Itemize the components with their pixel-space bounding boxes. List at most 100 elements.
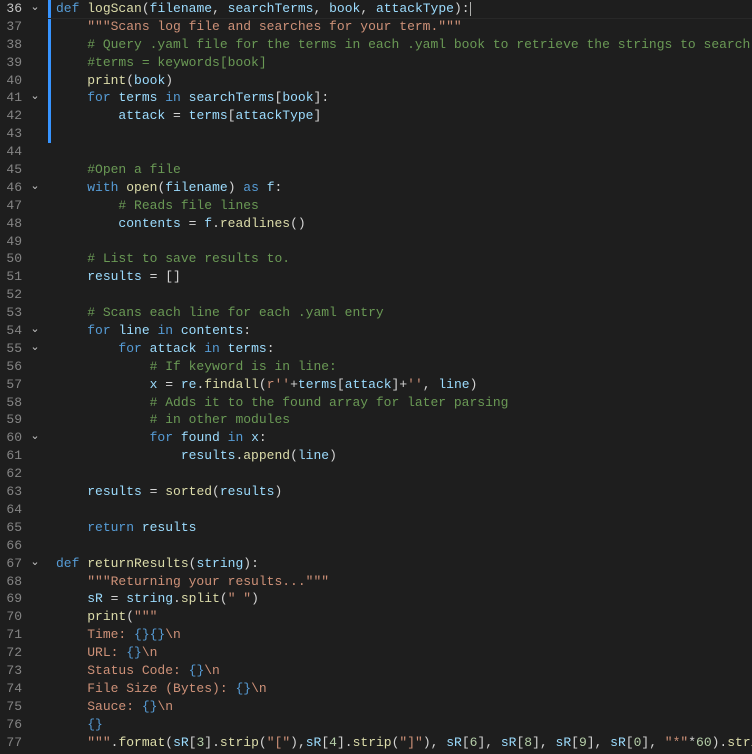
- token-kw: def: [56, 0, 87, 18]
- token-str: "*": [665, 734, 688, 752]
- code-line[interactable]: [56, 143, 752, 161]
- token-op: =: [181, 215, 204, 233]
- token-op: [: [626, 734, 634, 752]
- token-kw: as: [243, 179, 266, 197]
- code-line[interactable]: """.format(sR[3].strip("["),sR[4].strip(…: [56, 734, 752, 752]
- token-num: 0: [634, 734, 642, 752]
- code-line[interactable]: sR = string.split(" "): [56, 590, 752, 608]
- code-line[interactable]: # Reads file lines: [56, 197, 752, 215]
- line-number: 57: [0, 376, 28, 394]
- token-com: # Reads file lines: [118, 197, 258, 215]
- code-line[interactable]: return results: [56, 519, 752, 537]
- code-line[interactable]: print(""": [56, 608, 752, 626]
- code-line[interactable]: [56, 125, 752, 143]
- token-num: 60: [696, 734, 712, 752]
- code-line[interactable]: for terms in searchTerms[book]:: [56, 89, 752, 107]
- code-line[interactable]: # If keyword is in line:: [56, 358, 752, 376]
- token-var: book: [134, 72, 165, 90]
- code-line[interactable]: [56, 465, 752, 483]
- token-str: Status Code:: [87, 662, 188, 680]
- code-line[interactable]: Time: {}{}\n: [56, 626, 752, 644]
- code-area[interactable]: def logScan(filename, searchTerms, book,…: [48, 0, 752, 754]
- token-op: *: [688, 734, 696, 752]
- token-op: ,: [423, 376, 439, 394]
- code-line[interactable]: #terms = keywords[book]: [56, 54, 752, 72]
- token-op: ,: [314, 0, 330, 18]
- fold-chevron-icon[interactable]: ⌄: [30, 340, 39, 358]
- code-line[interactable]: with open(filename) as f:: [56, 179, 752, 197]
- token-var: sR: [556, 734, 572, 752]
- code-line[interactable]: contents = f.readlines(): [56, 215, 752, 233]
- code-line[interactable]: File Size (Bytes): {}\n: [56, 680, 752, 698]
- token-op: ):: [454, 0, 470, 18]
- code-line[interactable]: Sauce: {}\n: [56, 698, 752, 716]
- code-line[interactable]: def logScan(filename, searchTerms, book,…: [56, 0, 752, 18]
- code-line[interactable]: # Scans each line for each .yaml entry: [56, 304, 752, 322]
- token-str: \n: [251, 680, 267, 698]
- code-line[interactable]: for line in contents:: [56, 322, 752, 340]
- token-var: string: [126, 590, 173, 608]
- code-line[interactable]: #Open a file: [56, 161, 752, 179]
- token-op: :: [267, 340, 275, 358]
- code-line[interactable]: [56, 501, 752, 519]
- fold-chevron-icon[interactable]: ⌄: [30, 555, 39, 573]
- code-line[interactable]: Status Code: {}\n: [56, 662, 752, 680]
- token-op: (: [212, 483, 220, 501]
- token-num: 3: [196, 734, 204, 752]
- code-editor[interactable]: 36⌄3738394041⌄4243444546⌄474849505152535…: [0, 0, 752, 754]
- token-var: results: [142, 519, 197, 537]
- code-line[interactable]: x = re.findall(r''+terms[attack]+'', lin…: [56, 376, 752, 394]
- code-line[interactable]: # List to save results to.: [56, 250, 752, 268]
- line-number: 54: [0, 322, 28, 340]
- code-line[interactable]: # Query .yaml file for the terms in each…: [56, 36, 752, 54]
- token-var: attack: [345, 376, 392, 394]
- code-line[interactable]: results = []: [56, 268, 752, 286]
- fold-chevron-icon[interactable]: ⌄: [30, 0, 39, 18]
- fold-chevron-icon[interactable]: ⌄: [30, 322, 39, 340]
- token-var: terms: [189, 107, 228, 125]
- fold-chevron-icon[interactable]: ⌄: [30, 89, 39, 107]
- code-line[interactable]: for attack in terms:: [56, 340, 752, 358]
- token-param: filename: [150, 0, 212, 18]
- line-number: 39: [0, 54, 28, 72]
- token-op: ): [228, 179, 244, 197]
- code-line[interactable]: [56, 233, 752, 251]
- code-line[interactable]: # in other modules: [56, 411, 752, 429]
- token-op: .: [196, 376, 204, 394]
- token-op: :: [243, 322, 251, 340]
- token-kw: {}{}: [134, 626, 165, 644]
- line-number: 66: [0, 537, 28, 555]
- token-var: results: [87, 483, 142, 501]
- token-com: # Adds it to the found array for later p…: [150, 394, 509, 412]
- token-op: ),: [423, 734, 446, 752]
- code-line[interactable]: URL: {}\n: [56, 644, 752, 662]
- fold-chevron-icon[interactable]: ⌄: [30, 429, 39, 447]
- code-line[interactable]: for found in x:: [56, 429, 752, 447]
- token-op: ,: [360, 0, 376, 18]
- code-line[interactable]: results.append(line): [56, 447, 752, 465]
- token-param: string: [196, 555, 243, 573]
- fold-chevron-icon[interactable]: ⌄: [30, 179, 39, 197]
- code-line[interactable]: # Adds it to the found array for later p…: [56, 394, 752, 412]
- token-op: .: [212, 215, 220, 233]
- token-op: (: [126, 608, 134, 626]
- code-line[interactable]: """Returning your results...""": [56, 573, 752, 591]
- code-line[interactable]: results = sorted(results): [56, 483, 752, 501]
- line-number: 55: [0, 340, 28, 358]
- token-var: sR: [87, 590, 103, 608]
- token-str: r'': [267, 376, 290, 394]
- token-str: \n: [204, 662, 220, 680]
- token-var: line: [438, 376, 469, 394]
- token-kw: for: [150, 429, 181, 447]
- token-var: results: [220, 483, 275, 501]
- token-fn: format: [118, 734, 165, 752]
- code-line[interactable]: def returnResults(string):: [56, 555, 752, 573]
- code-line[interactable]: print(book): [56, 72, 752, 90]
- token-op: ,: [212, 0, 228, 18]
- code-line[interactable]: [56, 537, 752, 555]
- code-line[interactable]: attack = terms[attackType]: [56, 107, 752, 125]
- token-fn: split: [181, 590, 220, 608]
- code-line[interactable]: {}: [56, 716, 752, 734]
- code-line[interactable]: [56, 286, 752, 304]
- code-line[interactable]: """Scans log file and searches for your …: [56, 18, 752, 36]
